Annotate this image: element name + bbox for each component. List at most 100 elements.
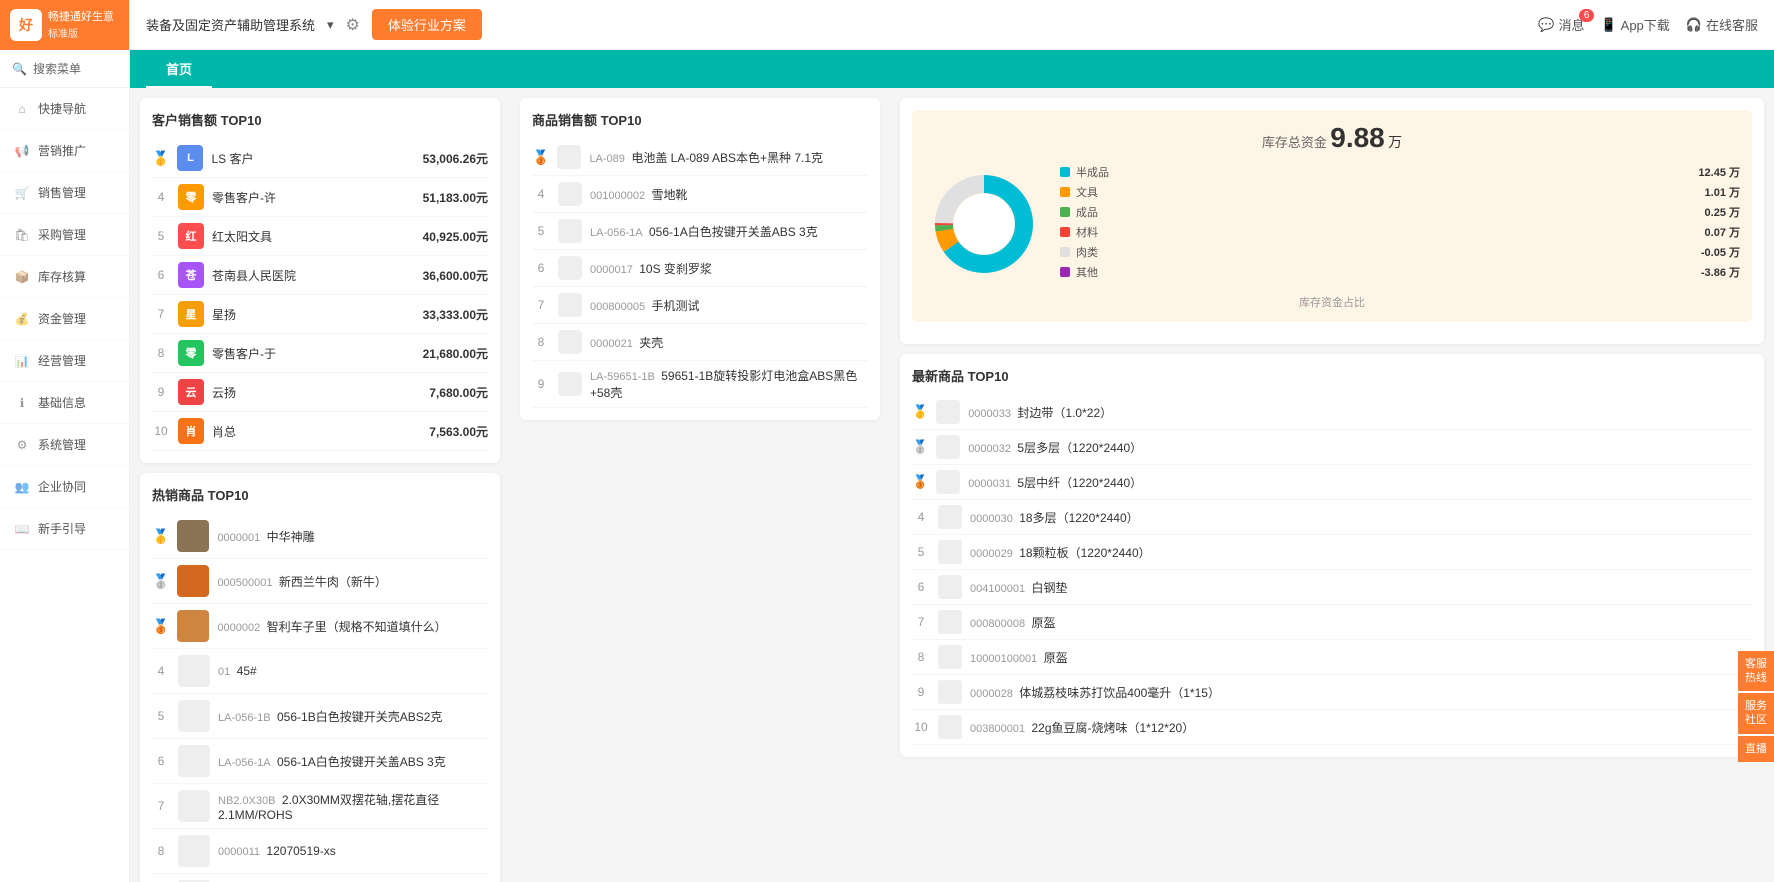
newprod-thumb — [936, 400, 960, 424]
product-name: 056-1B白色按键开关壳ABS2克 — [277, 710, 442, 724]
app-download-btn[interactable]: 📱 App下载 — [1600, 15, 1669, 34]
hot-product-info: 000500001 新西兰牛肉（新牛） — [217, 573, 488, 590]
customer-badge: 红 — [178, 223, 204, 249]
newprod-code: 0000030 — [970, 513, 1016, 525]
new-products-title: 最新商品 TOP10 — [912, 366, 1752, 385]
customer-name: 零售客户-于 — [212, 345, 415, 362]
newprod-thumb — [936, 470, 960, 494]
legend-value: 12.45 万 — [1698, 164, 1740, 180]
nav-label-guide: 新手引导 — [38, 520, 86, 537]
sidebar-item-basic-info[interactable]: ℹ 基础信息 — [0, 382, 129, 424]
customer-rank-item: 4 零 零售客户-许 51,183.00元 — [152, 178, 488, 217]
nav-label-system: 系统管理 — [38, 436, 86, 453]
product-rank-item: 4 001000002 雪地靴 — [532, 176, 868, 213]
newprod-item: 8 10000100001 原盔 — [912, 640, 1752, 675]
product-thumb — [558, 293, 582, 317]
product-thumb — [558, 372, 582, 396]
system-dropdown[interactable]: ▾ — [327, 17, 334, 33]
experience-btn[interactable]: 体验行业方案 — [372, 9, 482, 40]
app-title: 畅捷通好生意 — [48, 10, 114, 25]
customer-amount: 53,006.26元 — [423, 150, 488, 167]
inventory-total: 库存总资金 9.88 万 — [924, 122, 1740, 154]
sidebar-item-cooperation[interactable]: 👥 企业协同 — [0, 466, 129, 508]
inv-unit: 万 — [1388, 134, 1402, 150]
inv-footnote: 库存资金占比 — [924, 294, 1740, 310]
hot-product-info: NB2.0X30B 2.0X30MM双摆花轴,摆花直径2.1MM/ROHS — [218, 791, 488, 822]
newprod-name: 18多层（1220*2440） — [1019, 511, 1138, 525]
product-name: 056-1A白色按键开关盖ABS 3克 — [649, 225, 818, 239]
newprod-code: 0000031 — [968, 478, 1014, 490]
float-btn-hotline[interactable]: 客服热线 — [1738, 651, 1774, 692]
product-code: 0000002 — [217, 622, 263, 634]
newprod-code: 003800001 — [970, 723, 1028, 735]
newprod-name: 5层中纤（1220*2440） — [1017, 476, 1142, 490]
product-thumb — [178, 790, 210, 822]
product-thumb — [178, 835, 210, 867]
nav-label-cooperation: 企业协同 — [38, 478, 86, 495]
message-btn[interactable]: 💬 消息 6 — [1538, 15, 1584, 34]
product-rank-title: 商品销售额 TOP10 — [532, 110, 868, 129]
rank-num: 4 — [912, 510, 930, 524]
sidebar-item-inventory[interactable]: 📦 库存核算 — [0, 256, 129, 298]
newprod-thumb — [938, 575, 962, 599]
sidebar-item-quicknav[interactable]: ⌂ 快捷导航 — [0, 88, 129, 130]
product-code: NB2.0X30B — [218, 795, 279, 807]
sidebar-item-system[interactable]: ⚙ 系统管理 — [0, 424, 129, 466]
product-name: 电池盖 LA-089 ABS本色+黑种 7.1克 — [631, 151, 823, 165]
new-products-list: 🥇 0000033 封边带（1.0*22） 🥈 0000032 5层多层（122… — [912, 395, 1752, 745]
inventory-card: 库存总资金 9.88 万 — [900, 98, 1764, 344]
nav-label-finance: 资金管理 — [38, 310, 86, 327]
sidebar-item-finance[interactable]: 💰 资金管理 — [0, 298, 129, 340]
bronze-medal-icon: 🥉 — [152, 618, 169, 635]
nav-label-basic-info: 基础信息 — [38, 394, 86, 411]
newprod-name: 22g鱼豆腐-烧烤味（1*12*20） — [1031, 721, 1194, 735]
hot-product-item: 6 LA-056-1A 056-1A白色按键开关盖ABS 3克 — [152, 739, 488, 784]
sidebar-item-guide[interactable]: 📖 新手引导 — [0, 508, 129, 550]
newprod-thumb — [938, 645, 962, 669]
content-area: 客户销售额 TOP10 🥇 L LS 客户 53,006.26元 4 零 零售客… — [130, 88, 1774, 882]
sidebar-item-marketing[interactable]: 📢 营销推广 — [0, 130, 129, 172]
newprod-name: 封边带（1.0*22） — [1017, 406, 1112, 420]
newprod-name: 白钢垫 — [1031, 581, 1067, 595]
product-thumb — [558, 182, 582, 206]
logo-icon: 好 — [10, 9, 42, 41]
product-rank-list: 🥉 LA-089 电池盖 LA-089 ABS本色+黑种 7.1克 4 0010… — [532, 139, 868, 408]
tabbar: 首页 — [130, 50, 1774, 88]
sidebar-item-management[interactable]: 📊 经营管理 — [0, 340, 129, 382]
rank-num: 9 — [152, 385, 170, 399]
legend-value: -3.86 万 — [1701, 264, 1740, 280]
newprod-name: 5层多层（1220*2440） — [1017, 441, 1142, 455]
rank-num: 5 — [532, 224, 550, 238]
customer-badge: 肖 — [178, 418, 204, 444]
legend-color — [1060, 167, 1070, 177]
settings-icon[interactable]: ⚙ — [346, 15, 360, 35]
online-service-btn[interactable]: 🎧 在线客服 — [1686, 15, 1758, 34]
search-menu[interactable]: 🔍 搜索菜单 — [0, 50, 129, 88]
product-thumb — [177, 565, 209, 597]
bronze-medal-icon: 🥉 — [912, 474, 928, 490]
float-btn-community[interactable]: 服务社区 — [1738, 693, 1774, 734]
customer-name: 肖总 — [212, 423, 421, 440]
tab-home[interactable]: 首页 — [146, 51, 212, 88]
float-btn-live[interactable]: 直播 — [1738, 736, 1774, 762]
product-code: 000500001 — [217, 577, 275, 589]
sidebar-item-purchase[interactable]: 🛍 采购管理 — [0, 214, 129, 256]
product-code: LA-089 — [589, 153, 628, 165]
newprod-code: 0000033 — [968, 408, 1014, 420]
customer-rank-item: 9 云 云扬 7,680.00元 — [152, 373, 488, 412]
newprod-info: 0000030 18多层（1220*2440） — [970, 509, 1752, 526]
newprod-name: 18颗粒板（1220*2440） — [1019, 546, 1150, 560]
sidebar-item-sales[interactable]: 🛒 销售管理 — [0, 172, 129, 214]
customer-rank-item: 7 星 星扬 33,333.00元 — [152, 295, 488, 334]
product-thumb — [558, 256, 582, 280]
newprod-name: 原盔 — [1044, 651, 1068, 665]
product-code: 0000001 — [217, 532, 263, 544]
hot-product-item: 🥇 0000001 中华神雕 — [152, 514, 488, 559]
customer-rank-list: 🥇 L LS 客户 53,006.26元 4 零 零售客户-许 51,183.0… — [152, 139, 488, 451]
inventory-donut-chart — [924, 164, 1044, 284]
product-code: 001000002 — [590, 190, 648, 202]
product-name: 雪地靴 — [651, 188, 687, 202]
float-buttons: 客服热线 服务社区 直播 — [1738, 651, 1774, 762]
newprod-thumb — [938, 540, 962, 564]
customer-amount: 7,563.00元 — [429, 423, 488, 440]
